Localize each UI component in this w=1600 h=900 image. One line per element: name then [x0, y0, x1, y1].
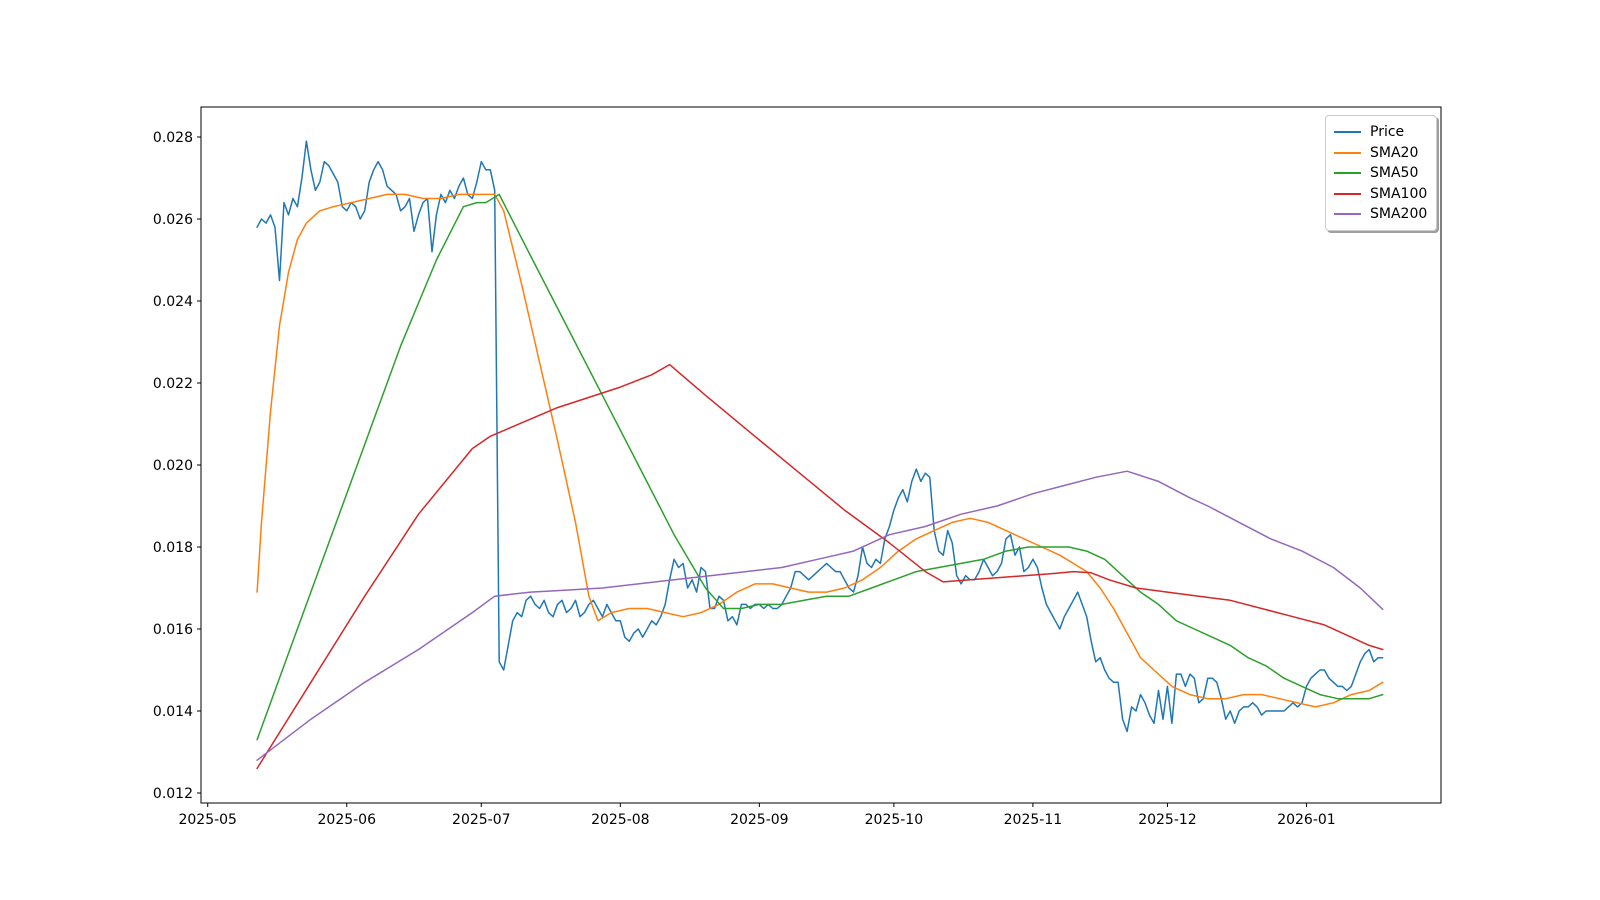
- y-tick-label: 0.016: [153, 622, 193, 638]
- x-tick-label: 2025-12: [1138, 812, 1197, 828]
- price-line-swatch: [1334, 131, 1361, 134]
- legend-label: SMA100: [1370, 185, 1428, 202]
- legend-item-sma50: SMA50: [1334, 163, 1428, 184]
- x-tick-label: 2025-11: [1004, 812, 1063, 828]
- x-tick-label: 2025-07: [452, 812, 511, 828]
- legend-label: SMA200: [1370, 206, 1428, 223]
- sma200-line-swatch: [1334, 213, 1361, 216]
- legend: Price SMA20 SMA50 SMA100 SMA200: [1325, 115, 1437, 231]
- legend-label: SMA50: [1370, 165, 1419, 182]
- y-tick-label: 0.020: [153, 458, 193, 474]
- y-tick-label: 0.018: [153, 540, 193, 556]
- legend-item-sma20: SMA20: [1334, 143, 1428, 164]
- x-tick-label: 2025-08: [591, 812, 650, 828]
- x-tick-label: 2025-05: [178, 812, 237, 828]
- legend-label: Price: [1370, 124, 1405, 141]
- y-tick-label: 0.012: [153, 786, 193, 802]
- figure: 2025-05 2025-06 2025-07 2025-08 2025-09 2025-…: [0, 0, 1600, 900]
- x-tick-label: 2025-10: [865, 812, 924, 828]
- x-axis-ticks: 2025-05 2025-06 2025-07 2025-08 2025-09 2025-…: [178, 803, 1336, 828]
- x-tick-label: 2025-06: [318, 812, 377, 828]
- plot-area: [200, 106, 1442, 804]
- y-tick-label: 0.028: [153, 130, 193, 146]
- sma100-line-swatch: [1334, 192, 1361, 195]
- y-tick-label: 0.022: [153, 376, 193, 392]
- legend-item-sma200: SMA200: [1334, 204, 1428, 225]
- sma20-line-swatch: [1334, 151, 1361, 154]
- sma50-line-swatch: [1334, 172, 1361, 175]
- legend-item-sma100: SMA100: [1334, 184, 1428, 205]
- y-axis-ticks: 0.012 0.014 0.016 0.018 0.020 0.022 0.024 0.026…: [153, 130, 201, 802]
- x-tick-label: 2025-09: [730, 812, 789, 828]
- y-tick-label: 0.014: [153, 704, 193, 720]
- legend-item-price: Price: [1334, 122, 1428, 143]
- x-tick-label: 2026-01: [1277, 812, 1336, 828]
- legend-label: SMA20: [1370, 144, 1419, 161]
- y-tick-label: 0.026: [153, 212, 193, 228]
- y-tick-label: 0.024: [153, 294, 193, 310]
